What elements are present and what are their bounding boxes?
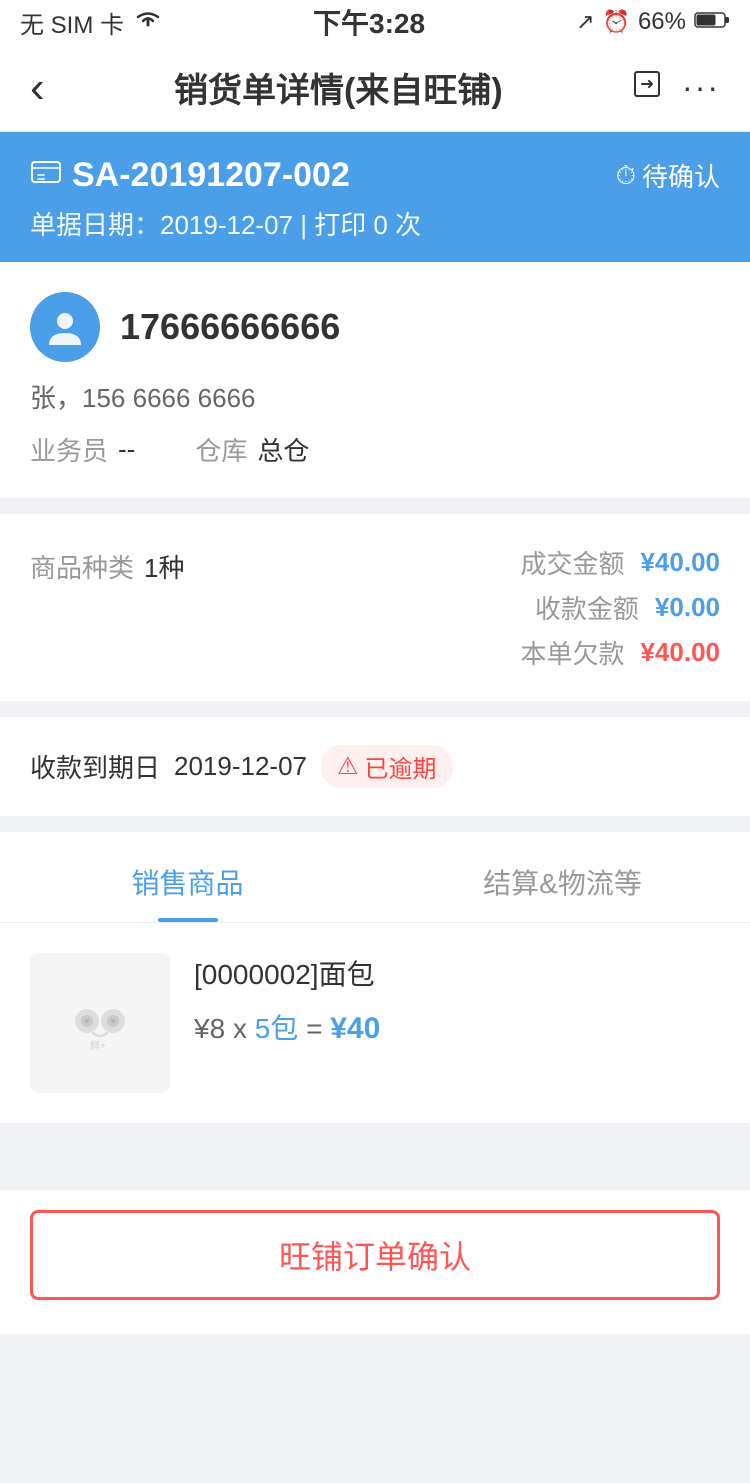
bottom-spacer (0, 1323, 750, 1483)
tab-settlement-logistics[interactable]: 结算&物流等 (375, 832, 750, 922)
status-time: 下午3:28 (313, 2, 425, 42)
page-title: 销货单详情(来自旺铺) (174, 63, 503, 112)
tab-sales-products[interactable]: 销售商品 (0, 832, 375, 922)
avatar (30, 292, 100, 362)
due-date-card: 收款到期日 2019-12-07 ⚠ 已逾期 (0, 717, 750, 816)
customer-phone: 17666666666 (120, 306, 340, 348)
order-id: SA-20191207-002 (30, 156, 350, 195)
status-left: 无 SIM 卡 (20, 5, 162, 40)
product-price: ¥8 x 5包 = ¥40 (194, 1007, 720, 1047)
amount-value: ¥40.00 (640, 547, 720, 578)
battery-icon (694, 8, 730, 36)
product-info: [0000002]面包 ¥8 x 5包 = ¥40 (194, 953, 720, 1093)
location-icon: ↗ (576, 9, 594, 35)
sales-label: 业务员 (30, 431, 108, 468)
confirm-order-button[interactable]: 旺铺订单确认 (30, 1210, 720, 1300)
owing-label: 本单欠款 (520, 634, 624, 671)
warehouse-label: 仓库 (195, 431, 247, 468)
equals-sign: = (306, 1013, 330, 1044)
overdue-badge: ⚠ 已逾期 (321, 745, 453, 788)
order-status: ⏱ 待确认 (616, 157, 720, 194)
status-bar: 无 SIM 卡 下午3:28 ↗ ⏰ 66% (0, 0, 750, 44)
alert-icon: ⚠ (337, 752, 359, 781)
tabs: 销售商品 结算&物流等 (0, 832, 750, 923)
received-value: ¥0.00 (655, 592, 720, 623)
clock-icon: ⏱ (616, 160, 636, 192)
due-date: 2019-12-07 (174, 751, 307, 782)
status-right: ↗ ⏰ 66% (576, 8, 730, 36)
product-card: 鲜+ [0000002]面包 ¥8 x 5包 = ¥40 (0, 923, 750, 1123)
price-value: ¥8 (194, 1013, 225, 1044)
sales-value: -- (118, 434, 135, 465)
nav-bar: ‹ 销货单详情(来自旺铺) ··· (0, 44, 750, 132)
carrier-label: 无 SIM 卡 (20, 5, 124, 40)
alarm-icon: ⏰ (603, 9, 630, 35)
received-label: 收款金额 (535, 589, 639, 626)
wifi-icon (134, 8, 162, 36)
customer-meta: 业务员 -- 仓库 总仓 (30, 431, 720, 468)
type-value: 1种 (144, 548, 184, 585)
owing-value: ¥40.00 (640, 637, 720, 668)
customer-name: 张，156 6666 6666 (30, 378, 720, 415)
warehouse-value: 总仓 (257, 431, 309, 468)
product-qty: 5包 (255, 1013, 299, 1044)
summary-card: 商品种类 1种 成交金额 ¥40.00 收款金额 ¥0.00 本单欠款 ¥40.… (0, 514, 750, 701)
order-icon (30, 156, 62, 195)
amount-label: 成交金额 (520, 544, 624, 581)
customer-card: 17666666666 张，156 6666 6666 业务员 -- 仓库 总仓 (0, 262, 750, 498)
nav-actions: ··· (632, 69, 720, 107)
share-icon[interactable] (632, 69, 662, 107)
svg-text:鲜+: 鲜+ (90, 1039, 106, 1052)
product-name: [0000002]面包 (194, 953, 720, 993)
more-icon[interactable]: ··· (682, 69, 720, 106)
multiply-sign: x (233, 1013, 255, 1044)
product-total: ¥40 (330, 1012, 380, 1045)
product-image: 鲜+ (30, 953, 170, 1093)
bottom-bar: 旺铺订单确认 (0, 1190, 750, 1334)
type-label: 商品种类 (30, 548, 134, 585)
due-label: 收款到期日 (30, 748, 160, 785)
summary-right: 成交金额 ¥40.00 收款金额 ¥0.00 本单欠款 ¥40.00 (520, 544, 720, 671)
back-button[interactable]: ‹ (30, 63, 45, 113)
order-date: 单据日期：2019-12-07 | 打印 0 次 (30, 205, 720, 242)
overdue-text: 已逾期 (365, 749, 437, 784)
battery-label: 66% (638, 8, 686, 36)
order-header: SA-20191207-002 ⏱ 待确认 单据日期：2019-12-07 | … (0, 132, 750, 262)
